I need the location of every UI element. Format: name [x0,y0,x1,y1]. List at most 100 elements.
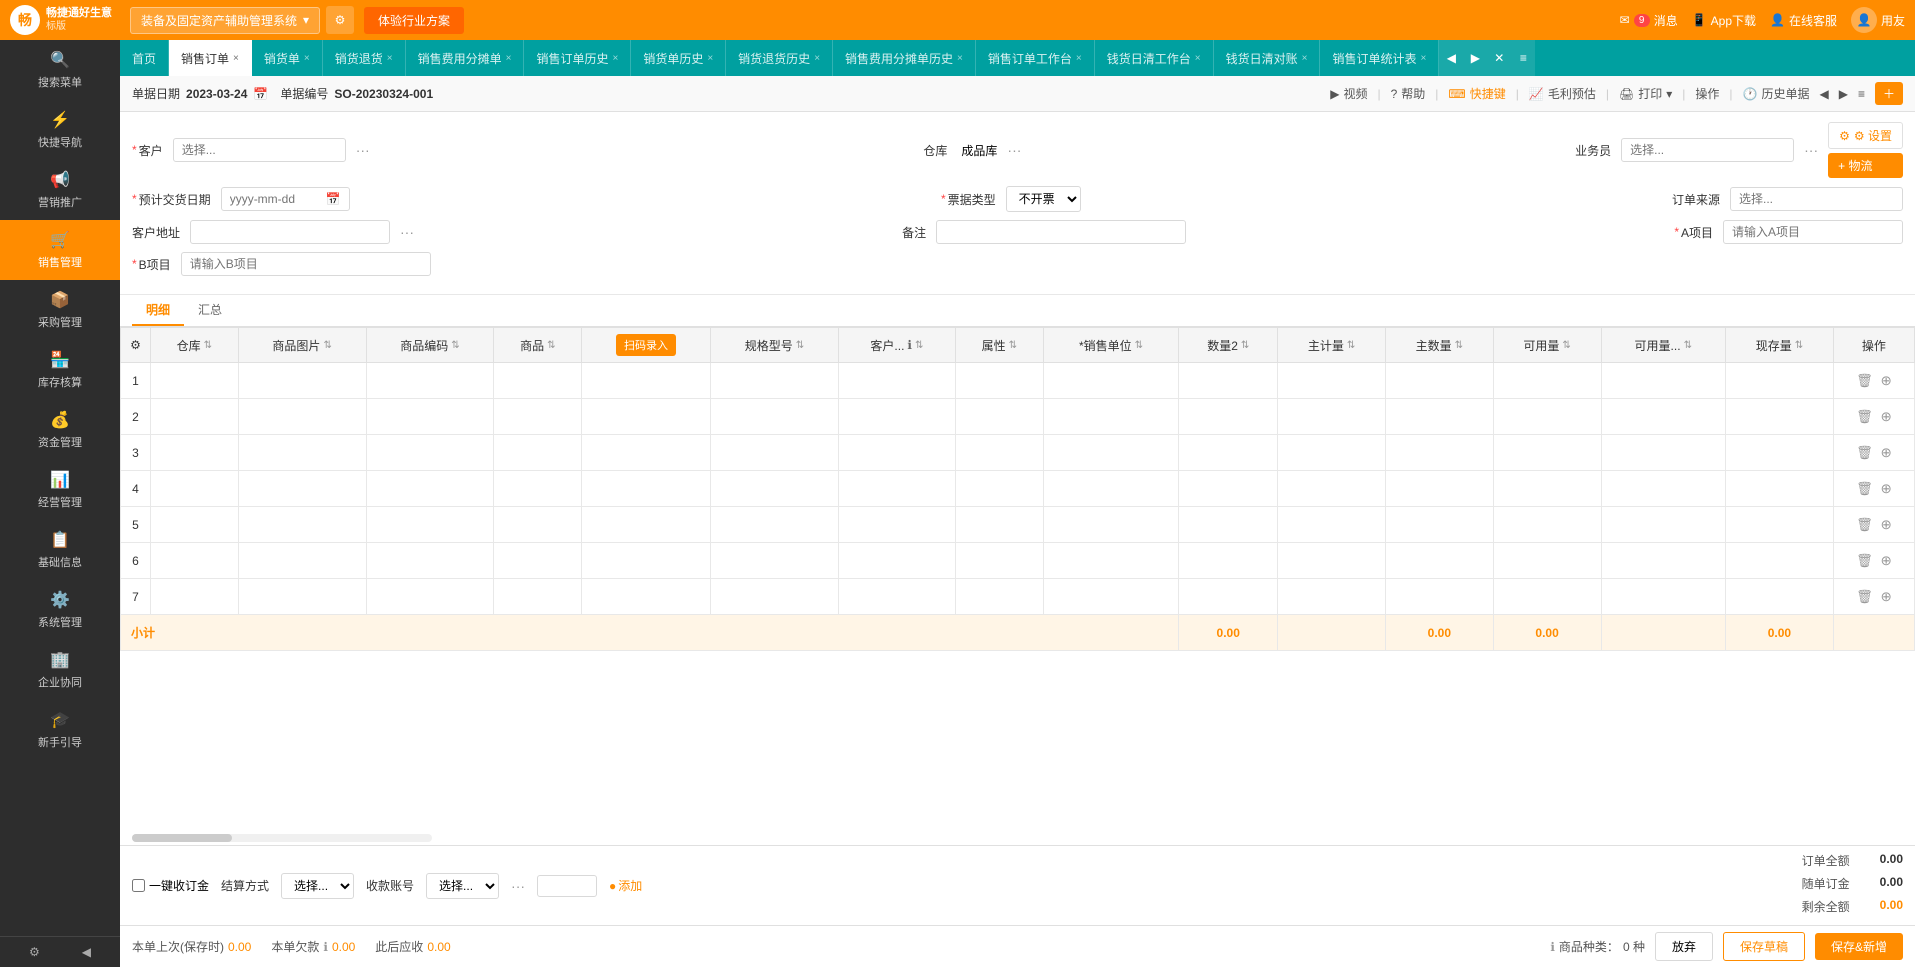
tab-close-icon[interactable]: × [1195,53,1201,64]
sidebar-settings-button[interactable]: ⚙ [29,945,40,959]
sidebar-item-inventory[interactable]: 🏪 库存核算 [0,340,120,400]
tab-close-icon[interactable]: × [233,53,239,64]
list-view-btn[interactable]: ≡ [1858,87,1865,101]
tab-close-icon[interactable]: × [957,53,963,64]
tab-sales-fee[interactable]: 销售费用分摊单 × [406,40,525,76]
system-selector[interactable]: 装备及固定资产辅助管理系统 ▾ [130,7,320,34]
col-available2[interactable]: 可用量...⇅ [1601,328,1726,363]
col-product[interactable]: 商品⇅ [494,328,582,363]
col-warehouse[interactable]: 仓库⇅ [151,328,239,363]
account-select[interactable]: 选择... [426,873,499,899]
tab-summary[interactable]: 汇总 [184,295,236,326]
sidebar-item-quick[interactable]: ⚡ 快捷导航 [0,100,120,160]
col-scan[interactable]: 扫码录入 [582,328,711,363]
order-source-input[interactable] [1730,187,1903,211]
message-button[interactable]: ✉ 9 消息 [1620,12,1678,29]
col-current-stock[interactable]: 现存量⇅ [1726,328,1834,363]
col-customer-code[interactable]: 客户...ℹ⇅ [838,328,955,363]
b-project-input[interactable] [181,252,431,276]
tab-sales-stats[interactable]: 销售订单统计表 × [1320,40,1439,76]
sidebar-collapse-button[interactable]: ◀ [82,945,91,959]
address-more-btn[interactable]: ··· [400,224,414,240]
delete-row-button[interactable]: 🗑 [1854,515,1875,535]
col-settings[interactable]: ⚙ [121,328,151,363]
app-download-button[interactable]: 📱 App下载 [1692,12,1756,29]
col-attribute[interactable]: 属性⇅ [955,328,1043,363]
salesperson-input[interactable] [1621,138,1794,162]
col-available[interactable]: 可用量⇅ [1493,328,1601,363]
invoice-type-select[interactable]: 不开票 [1006,186,1081,212]
col-main-unit[interactable]: 主计量⇅ [1278,328,1386,363]
customer-more-btn[interactable]: ··· [356,142,370,158]
sidebar-item-operation[interactable]: 📊 经营管理 [0,460,120,520]
sidebar-item-sales[interactable]: 🛒 销售管理 [0,220,120,280]
settlement-select[interactable]: 选择... [281,873,354,899]
col-spec[interactable]: 规格型号⇅ [710,328,838,363]
tab-sales-return[interactable]: 销货单 × [252,40,323,76]
customer-input[interactable] [173,138,346,162]
tab-menu[interactable]: ≡ [1511,40,1535,76]
tab-order-history[interactable]: 销售订单历史 × [524,40,631,76]
one-click-checkbox-item[interactable]: 一键收订金 [132,877,209,894]
tab-close-all[interactable]: ✕ [1487,40,1511,76]
save-draft-button[interactable]: 保存草稿 [1723,932,1805,961]
operation-btn[interactable]: 操作 [1695,85,1719,102]
tab-close-icon[interactable]: × [506,53,512,64]
sidebar-item-marketing[interactable]: 📢 营销推广 [0,160,120,220]
user-menu[interactable]: 👤 用友 [1851,7,1905,33]
one-click-checkbox[interactable] [132,879,145,892]
tab-close-icon[interactable]: × [1076,53,1082,64]
save-new-button[interactable]: 保存&新增 [1815,933,1903,960]
salesperson-more-btn[interactable]: ··· [1804,142,1818,158]
tab-close-icon[interactable]: × [1302,53,1308,64]
account-more-btn[interactable]: ··· [511,878,525,894]
col-qty2[interactable]: 数量2⇅ [1179,328,1278,363]
view-btn[interactable]: ▶ 视频 [1330,85,1367,102]
nav-prev-btn[interactable]: ◀ [1820,87,1829,101]
add-view-btn[interactable]: ＋ [1875,82,1903,105]
add-payment-button[interactable]: ● 添加 [609,877,642,894]
tab-order-workbench[interactable]: 销售订单工作台 × [976,40,1095,76]
sidebar-item-capital[interactable]: 💰 资金管理 [0,400,120,460]
amount-input[interactable]: 0.00 [537,875,597,897]
tab-return-goods[interactable]: 销货退货 × [323,40,406,76]
tab-close-icon[interactable]: × [387,53,393,64]
tab-sales-order[interactable]: 销售订单 × [169,40,252,76]
notes-input[interactable] [936,220,1186,244]
delete-row-button[interactable]: 🗑 [1854,443,1875,463]
industry-solution-button[interactable]: 体验行业方案 [364,7,464,34]
sidebar-item-search[interactable]: 🔍 搜索菜单 [0,40,120,100]
tab-nav-next[interactable]: ▶ [1463,40,1487,76]
sidebar-item-enterprise[interactable]: 🏢 企业协同 [0,640,120,700]
sidebar-item-system[interactable]: ⚙️ 系统管理 [0,580,120,640]
tab-close-icon[interactable]: × [707,53,713,64]
calendar-icon[interactable]: 📅 [253,87,268,101]
tab-close-icon[interactable]: × [814,53,820,64]
sidebar-item-purchase[interactable]: 📦 采购管理 [0,280,120,340]
delete-row-button[interactable]: 🗑 [1854,587,1875,607]
copy-row-button[interactable]: ⊕ [1878,515,1893,535]
tab-nav-prev[interactable]: ◀ [1439,40,1463,76]
col-main-qty[interactable]: 主数量⇅ [1385,328,1493,363]
add-material-button[interactable]: + 物流 [1828,153,1903,178]
tab-home[interactable]: 首页 [120,40,169,76]
tab-close-icon[interactable]: × [612,53,618,64]
tab-close-icon[interactable]: × [304,53,310,64]
history-btn[interactable]: 🕐 历史单据 [1743,85,1810,102]
nav-next-btn[interactable]: ▶ [1839,87,1848,101]
tab-sales-history[interactable]: 销货单历史 × [631,40,726,76]
settings-button[interactable]: ⚙ ⚙ 设置 [1828,122,1903,149]
tab-cash-daily[interactable]: 钱货日清工作台 × [1095,40,1214,76]
tab-return-history[interactable]: 销货退货历史 × [726,40,833,76]
copy-row-button[interactable]: ⊕ [1878,587,1893,607]
warehouse-more-btn[interactable]: ··· [1007,142,1021,158]
sidebar-item-basic[interactable]: 📋 基础信息 [0,520,120,580]
copy-row-button[interactable]: ⊕ [1878,443,1893,463]
online-service-button[interactable]: 👤 在线客服 [1770,12,1837,29]
delete-row-button[interactable]: 🗑 [1854,551,1875,571]
delivery-date-field[interactable]: 📅 [221,187,350,211]
discard-button[interactable]: 放弃 [1655,932,1713,961]
sidebar-item-guide[interactable]: 🎓 新手引导 [0,700,120,760]
print-btn[interactable]: 🖨 打印 ▾ [1619,85,1672,102]
col-unit[interactable]: *销售单位⇅ [1043,328,1179,363]
